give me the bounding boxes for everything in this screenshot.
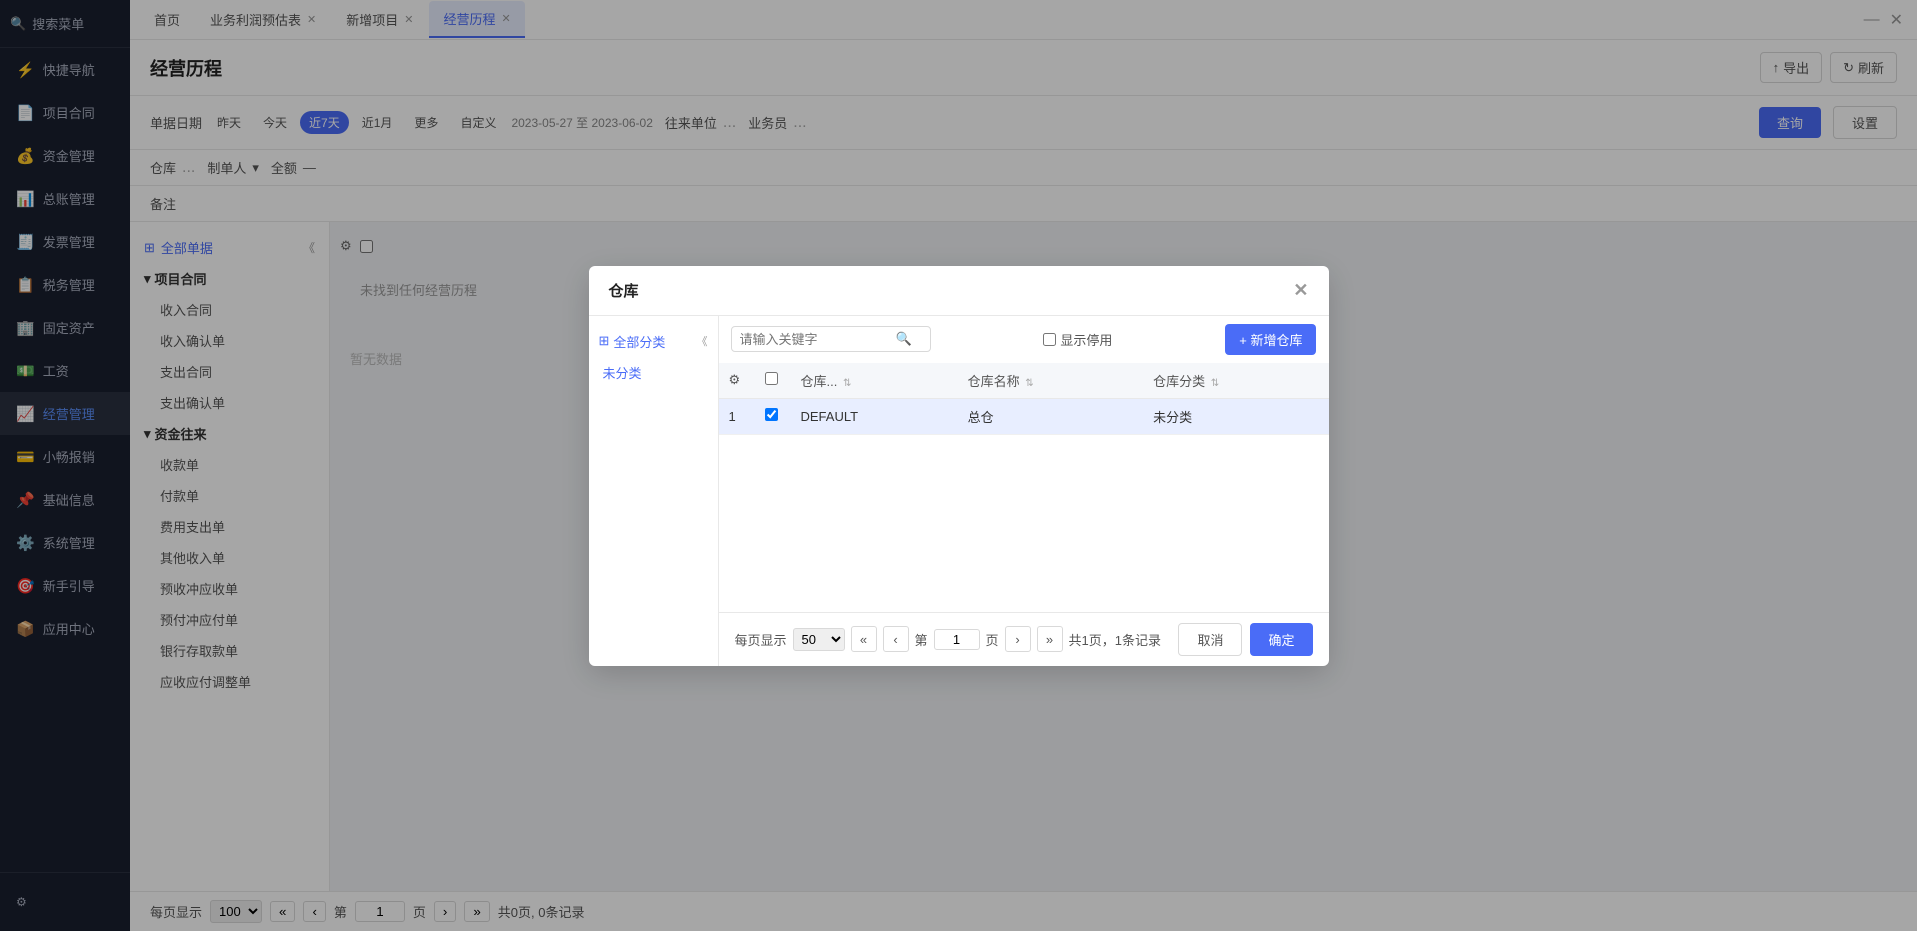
show-disabled-text: 显示停用	[1060, 330, 1112, 349]
modal-next-page-btn[interactable]: ›	[1005, 626, 1031, 652]
modal-toolbar: 🔍 显示停用 + 新增仓库	[719, 316, 1329, 363]
modal-all-label[interactable]: 全部分类	[613, 332, 665, 351]
row-category-cell: 未分类	[1143, 398, 1328, 434]
modal-body: ⊞ 全部分类 《 未分类 🔍	[589, 316, 1329, 666]
show-disabled-checkbox[interactable]	[1043, 333, 1056, 346]
modal-footer: 每页显示 50 100 « ‹ 第 页 › » 共1页，1条记录	[719, 612, 1329, 666]
category-sort-icon: ⇅	[1211, 378, 1219, 389]
modal-table: ⚙ 仓库... ⇅ 仓库名称 ⇅ 仓库分类 ⇅ 1 DEFA	[719, 363, 1329, 435]
add-warehouse-btn[interactable]: + 新增仓库	[1225, 324, 1316, 355]
warehouse-modal: 仓库 ✕ ⊞ 全部分类 《 未分类	[589, 266, 1329, 666]
modal-col-sort: ⚙	[719, 363, 755, 399]
modal-confirm-btn[interactable]: 确定	[1250, 623, 1312, 656]
modal-pagination: 每页显示 50 100 « ‹ 第 页 › » 共1页，1条记录	[735, 626, 1162, 652]
modal-search-icon[interactable]: 🔍	[896, 331, 912, 347]
table-row[interactable]: 1 DEFAULT 总仓 未分类	[719, 398, 1329, 434]
modal-page-input[interactable]	[934, 629, 980, 650]
modal-table-wrapper: ⚙ 仓库... ⇅ 仓库名称 ⇅ 仓库分类 ⇅ 1 DEFA	[719, 363, 1329, 612]
modal-last-page-btn[interactable]: »	[1037, 626, 1063, 652]
modal-col-checkbox	[755, 363, 791, 399]
row-checkbox-cell	[755, 398, 791, 434]
modal-unclassified-label: 未分类	[603, 366, 642, 381]
modal-col-category: 仓库分类 ⇅	[1143, 363, 1328, 399]
show-disabled-label[interactable]: 显示停用	[1043, 330, 1112, 349]
modal-header: 仓库 ✕	[589, 266, 1329, 316]
modal-page-label: 第	[915, 630, 928, 649]
modal-left-panel: ⊞ 全部分类 《 未分类	[589, 316, 719, 666]
modal-search-input[interactable]	[740, 332, 890, 347]
modal-col-code: 仓库... ⇅	[791, 363, 958, 399]
modal-right-panel: 🔍 显示停用 + 新增仓库 ⚙	[719, 316, 1329, 666]
row-name-cell: 总仓	[958, 398, 1143, 434]
name-sort-icon: ⇅	[1025, 378, 1033, 389]
modal-col-name: 仓库名称 ⇅	[958, 363, 1143, 399]
modal-unclassified-item[interactable]: 未分类	[589, 357, 718, 388]
modal-search-box: 🔍	[731, 326, 931, 352]
modal-select-all[interactable]	[765, 372, 778, 385]
modal-title: 仓库	[609, 280, 639, 301]
modal-cancel-btn[interactable]: 取消	[1178, 623, 1242, 656]
modal-prev-page-btn[interactable]: ‹	[883, 626, 909, 652]
modal-left-header: ⊞ 全部分类 《	[589, 326, 718, 357]
modal-total-info: 共1页，1条记录	[1069, 630, 1161, 649]
modal-per-page-select[interactable]: 50 100	[793, 628, 845, 651]
modal-all-icon: ⊞	[599, 333, 610, 349]
modal-footer-actions: 取消 确定	[1178, 623, 1312, 656]
row-checkbox[interactable]	[765, 408, 778, 421]
code-sort-icon: ⇅	[843, 378, 851, 389]
modal-first-page-btn[interactable]: «	[851, 626, 877, 652]
row-sort-cell: 1	[719, 398, 755, 434]
modal-page-suffix: 页	[986, 630, 999, 649]
modal-overlay: 仓库 ✕ ⊞ 全部分类 《 未分类	[0, 0, 1917, 931]
modal-per-page-label: 每页显示	[735, 630, 787, 649]
modal-close-btn[interactable]: ✕	[1293, 280, 1308, 301]
modal-collapse-btn[interactable]: 《	[697, 333, 708, 349]
row-code-cell: DEFAULT	[791, 398, 958, 434]
